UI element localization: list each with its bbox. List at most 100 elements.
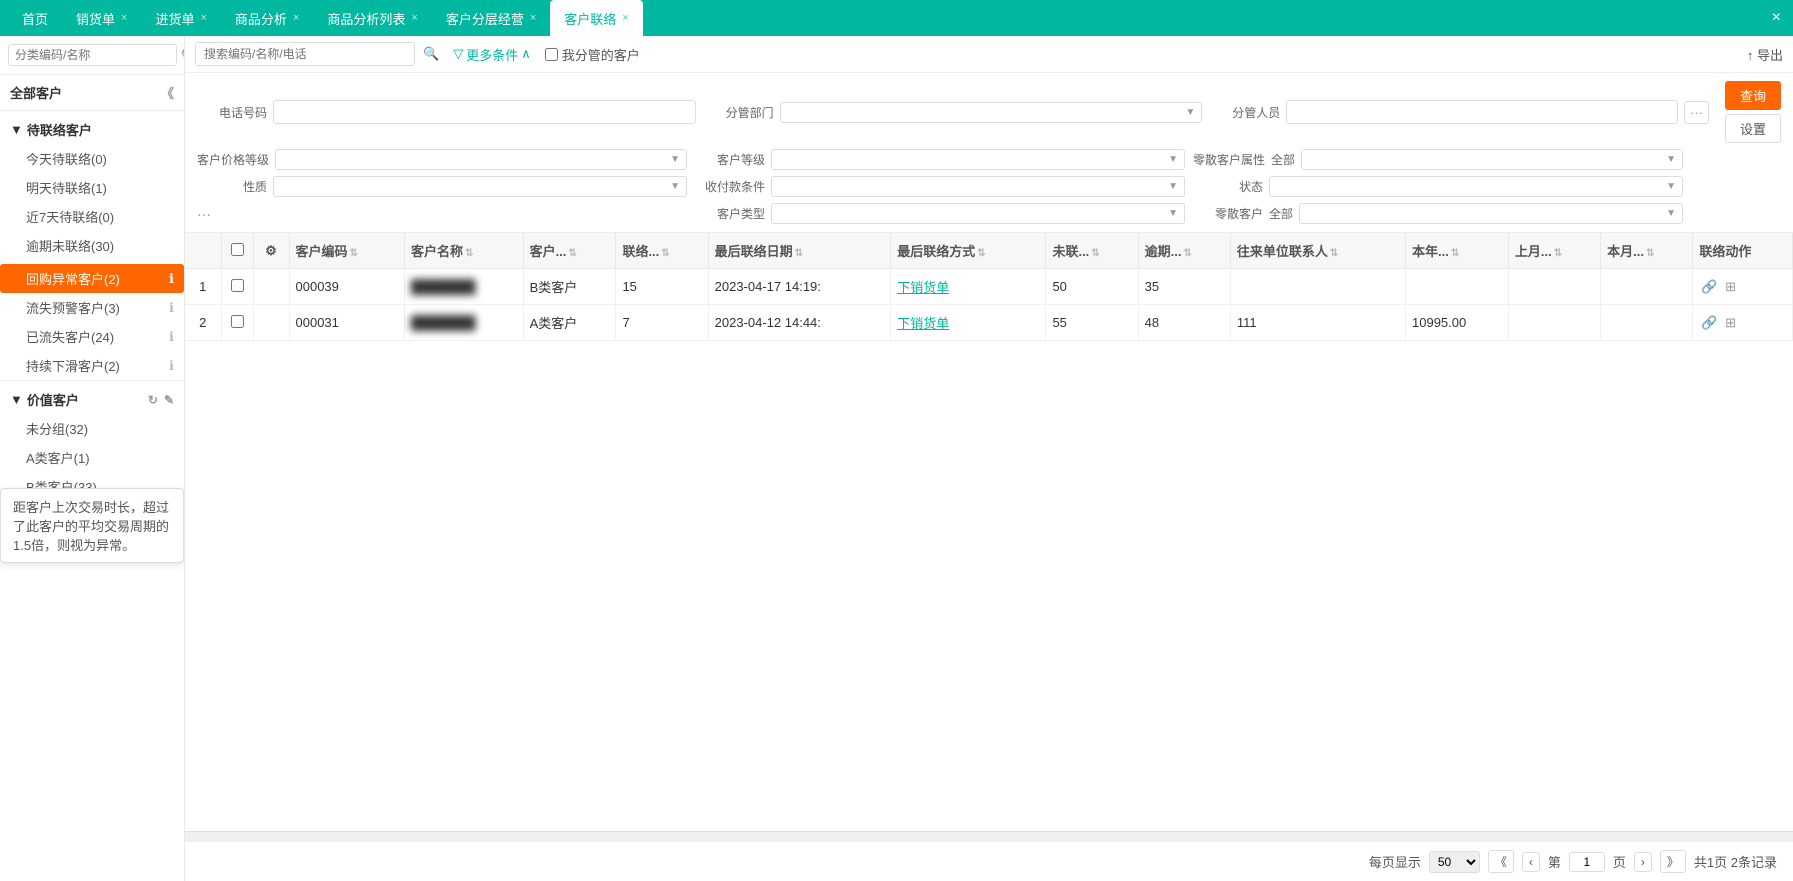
page-unit: 页 <box>1613 852 1626 871</box>
search-input[interactable] <box>195 42 415 66</box>
status-select[interactable]: ▼ <box>1269 176 1683 197</box>
refresh-icon[interactable]: ↻ <box>148 393 158 407</box>
sidebar-item-week[interactable]: 近7天待联络(0) <box>0 202 184 231</box>
nav-product-analysis-close[interactable]: × <box>293 12 299 24</box>
col-checkbox <box>221 233 253 269</box>
dept-select[interactable]: ▼ <box>780 102 1203 123</box>
sidebar-item-today[interactable]: 今天待联络(0) <box>0 144 184 173</box>
nav-home[interactable]: 首页 <box>8 0 62 36</box>
sidebar-item-ungroup[interactable]: 未分组(32) <box>0 414 184 443</box>
sort-last-date[interactable]: ⇅ <box>795 248 803 259</box>
price-level-select[interactable]: ▼ <box>275 149 687 170</box>
my-customers-checkbox[interactable] <box>545 48 558 61</box>
select-all-checkbox[interactable] <box>231 243 244 256</box>
filter-cell-scatter-customer: 零散客户 全部 ▼ <box>1193 203 1683 224</box>
row-checkbox[interactable] <box>231 315 244 328</box>
next-page-btn[interactable]: › <box>1634 852 1652 872</box>
action-link-icon[interactable]: 🔗 <box>1701 279 1717 294</box>
action-link-icon[interactable]: 🔗 <box>1701 315 1717 330</box>
page-label: 第 <box>1548 852 1561 871</box>
settings-btn[interactable]: 设置 <box>1725 114 1781 143</box>
row-settings <box>253 269 289 305</box>
filter-row-1: 电话号码 分管部门 ▼ 分管人员 ··· 查询 设置 <box>197 81 1781 143</box>
manager-input[interactable] <box>1286 100 1678 124</box>
nature-select[interactable]: ▼ <box>273 176 687 197</box>
sidebar-item-losing[interactable]: 流失预警客户(3) ℹ <box>0 293 184 322</box>
first-page-btn[interactable]: 《 <box>1488 850 1514 873</box>
sidebar-group-value[interactable]: ▼ 价值客户 ↻ ✎ <box>0 385 184 414</box>
info-icon-declining: ℹ <box>169 358 174 374</box>
sort-overdue[interactable]: ⇅ <box>1184 248 1192 259</box>
filter-cell-price-level: 客户价格等级 ▼ <box>197 149 687 170</box>
last-method-link[interactable]: 下销货单 <box>897 316 949 331</box>
sort-unread[interactable]: ⇅ <box>1091 248 1099 259</box>
nav-customer-contact-close[interactable]: × <box>622 12 628 24</box>
sort-code[interactable]: ⇅ <box>350 248 358 259</box>
search-btn[interactable]: 🔍 <box>423 46 439 62</box>
customer-level-label: 客户等级 <box>695 151 765 168</box>
row-name: ███████ <box>404 305 523 341</box>
row-checkbox[interactable] <box>231 279 244 292</box>
bottom-scrollbar[interactable] <box>185 831 1793 841</box>
nav-product-analysis[interactable]: 商品分析 × <box>221 0 313 36</box>
row-this-month <box>1601 269 1693 305</box>
phone-input[interactable] <box>273 100 696 124</box>
manager-dots[interactable]: ··· <box>1684 101 1709 124</box>
sidebar-search-input[interactable] <box>8 44 177 66</box>
edit-icon[interactable]: ✎ <box>164 393 174 407</box>
nav-product-list-close[interactable]: × <box>411 12 417 24</box>
export-btn[interactable]: ↑ 导出 <box>1747 45 1783 64</box>
sidebar-item-abnormal[interactable]: 回购异常客户(2) ℹ <box>0 264 184 293</box>
sort-level[interactable]: ⇅ <box>568 248 576 259</box>
table-header-row: ⚙ 客户编码⇅ 客户名称⇅ 客户...⇅ 联络...⇅ <box>185 233 1793 269</box>
sort-last-month[interactable]: ⇅ <box>1554 248 1562 259</box>
nav-customer-tier[interactable]: 客户分层经营 × <box>432 0 550 36</box>
sidebar-item-overdue[interactable]: 逾期未联络(30) <box>0 231 184 260</box>
query-btn[interactable]: 查询 <box>1725 81 1781 110</box>
customer-type-select[interactable]: ▼ <box>771 203 1185 224</box>
table-row: 1 000039 ███████ B类客户 15 2023-04-17 14:1… <box>185 269 1793 305</box>
sidebar-item-declining[interactable]: 持续下滑客户(2) ℹ <box>0 351 184 380</box>
sort-last-method[interactable]: ⇅ <box>977 248 985 259</box>
sort-this-month[interactable]: ⇅ <box>1646 248 1654 259</box>
col-settings[interactable]: ⚙ <box>253 233 289 269</box>
last-method-link[interactable]: 下销货单 <box>897 280 949 295</box>
action-grid-icon[interactable]: ⊞ <box>1725 279 1736 294</box>
filter-cell-status: 状态 ▼ <box>1193 176 1683 197</box>
nav-purchase[interactable]: 进货单 × <box>141 0 220 36</box>
sort-contact-person[interactable]: ⇅ <box>1330 248 1338 259</box>
nav-sales[interactable]: 销货单 × <box>62 0 141 36</box>
sort-name[interactable]: ⇅ <box>465 248 473 259</box>
per-page-label: 每页显示 <box>1369 852 1421 871</box>
row-contact: 15 <box>616 269 708 305</box>
sort-this-year[interactable]: ⇅ <box>1451 248 1459 259</box>
sidebar-collapse-btn[interactable]: 《 <box>161 83 174 102</box>
payment-select[interactable]: ▼ <box>771 176 1185 197</box>
nav-product-list[interactable]: 商品分析列表 × <box>313 0 431 36</box>
more-conditions-btn[interactable]: ▽ 更多条件 ∧ <box>447 43 537 66</box>
row-level: B类客户 <box>523 269 616 305</box>
nav-purchase-close[interactable]: × <box>200 12 206 24</box>
scatter-customer-select[interactable]: ▼ <box>1299 203 1683 224</box>
nav-customer-contact[interactable]: 客户联络 × <box>550 0 642 36</box>
chevron-icon: ∧ <box>521 46 531 62</box>
page-size-select[interactable]: 50 100 200 <box>1429 851 1480 873</box>
last-page-btn[interactable]: 》 <box>1660 850 1686 873</box>
sidebar-item-a-class[interactable]: A类客户(1) <box>0 443 184 472</box>
row-overdue: 35 <box>1138 269 1230 305</box>
sort-contact[interactable]: ⇅ <box>661 248 669 259</box>
action-grid-icon[interactable]: ⊞ <box>1725 315 1736 330</box>
scatter-attr-select[interactable]: ▼ <box>1301 149 1683 170</box>
scatter-customer-label: 零散客户 <box>1193 205 1263 222</box>
sidebar-item-tomorrow[interactable]: 明天待联络(1) <box>0 173 184 202</box>
sidebar-group-pending[interactable]: ▼ 待联络客户 <box>0 115 184 144</box>
nav-sales-close[interactable]: × <box>121 12 127 24</box>
customer-level-select[interactable]: ▼ <box>771 149 1185 170</box>
nav-customer-tier-close[interactable]: × <box>530 12 536 24</box>
sidebar-item-lost[interactable]: 已流失客户(24) ℹ <box>0 322 184 351</box>
sidebar-search-area: 🔍 <box>0 36 184 75</box>
close-all-tabs[interactable]: × <box>1772 9 1781 27</box>
prev-page-btn[interactable]: ‹ <box>1522 852 1540 872</box>
col-num <box>185 233 221 269</box>
page-input[interactable] <box>1569 852 1605 872</box>
